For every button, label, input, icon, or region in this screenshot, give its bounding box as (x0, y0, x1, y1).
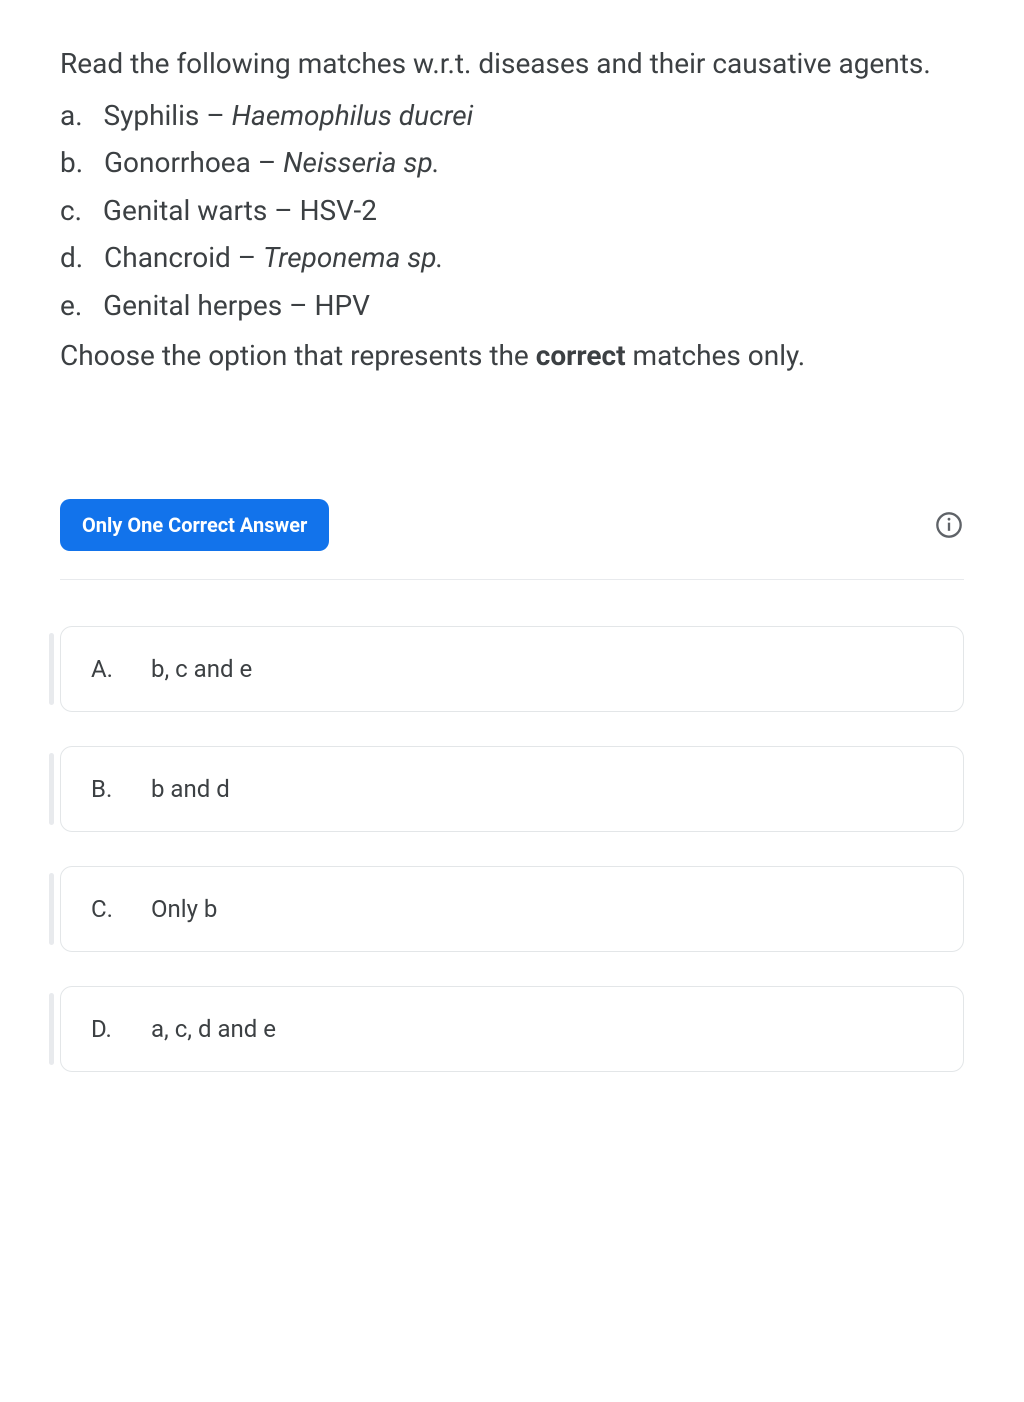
answer-type-badge: Only One Correct Answer (60, 499, 329, 551)
match-list: a. Syphilis – Haemophilus ducrei b. Gono… (60, 92, 964, 330)
option-text: Only b (151, 895, 217, 923)
match-disease: Gonorrhoea (104, 146, 251, 179)
match-sep: – (238, 241, 263, 274)
match-item-a: a. Syphilis – Haemophilus ducrei (60, 92, 964, 140)
match-item-d: d. Chancroid – Treponema sp. (60, 234, 964, 282)
match-agent: HSV-2 (300, 194, 377, 227)
match-sep: – (258, 146, 283, 179)
match-agent: Treponema sp. (263, 241, 444, 274)
option-letter: B. (91, 775, 151, 803)
option-b[interactable]: B. b and d (60, 746, 964, 832)
match-letter: b. (60, 146, 83, 179)
match-letter: a. (60, 99, 83, 132)
match-agent: HPV (315, 289, 370, 322)
option-a[interactable]: A. b, c and e (60, 626, 964, 712)
match-agent: Neisseria sp. (283, 146, 440, 179)
match-letter: d. (60, 241, 83, 274)
option-text: a, c, d and e (151, 1015, 276, 1043)
option-text: b and d (151, 775, 230, 803)
match-disease: Genital warts (103, 194, 267, 227)
info-icon[interactable] (934, 510, 964, 540)
match-disease: Syphilis (103, 99, 199, 132)
match-item-e: e. Genital herpes – HPV (60, 282, 964, 330)
question-intro: Read the following matches w.r.t. diseas… (60, 40, 964, 88)
match-item-c: c. Genital warts – HSV-2 (60, 187, 964, 235)
option-letter: D. (91, 1015, 151, 1043)
match-sep: – (206, 99, 231, 132)
match-disease: Genital herpes (103, 289, 282, 322)
match-letter: e. (60, 289, 82, 322)
option-letter: A. (91, 655, 151, 683)
match-disease: Chancroid (104, 241, 231, 274)
badge-row: Only One Correct Answer (60, 499, 964, 580)
match-sep: – (289, 289, 314, 322)
match-letter: c. (60, 194, 82, 227)
options-list: A. b, c and e B. b and d C. Only b D. a,… (60, 626, 964, 1072)
option-d[interactable]: D. a, c, d and e (60, 986, 964, 1072)
option-text: b, c and e (151, 655, 252, 683)
closing-post: matches only. (626, 339, 806, 372)
question-stem: Read the following matches w.r.t. diseas… (60, 40, 964, 379)
option-c[interactable]: C. Only b (60, 866, 964, 952)
question-closing: Choose the option that represents the co… (60, 332, 964, 380)
match-agent: Haemophilus ducrei (232, 99, 474, 132)
option-letter: C. (91, 895, 151, 923)
match-sep: – (274, 194, 299, 227)
match-item-b: b. Gonorrhoea – Neisseria sp. (60, 139, 964, 187)
question-page: Read the following matches w.r.t. diseas… (0, 0, 1024, 1146)
closing-pre: Choose the option that represents the (60, 339, 536, 372)
closing-bold: correct (536, 339, 626, 372)
